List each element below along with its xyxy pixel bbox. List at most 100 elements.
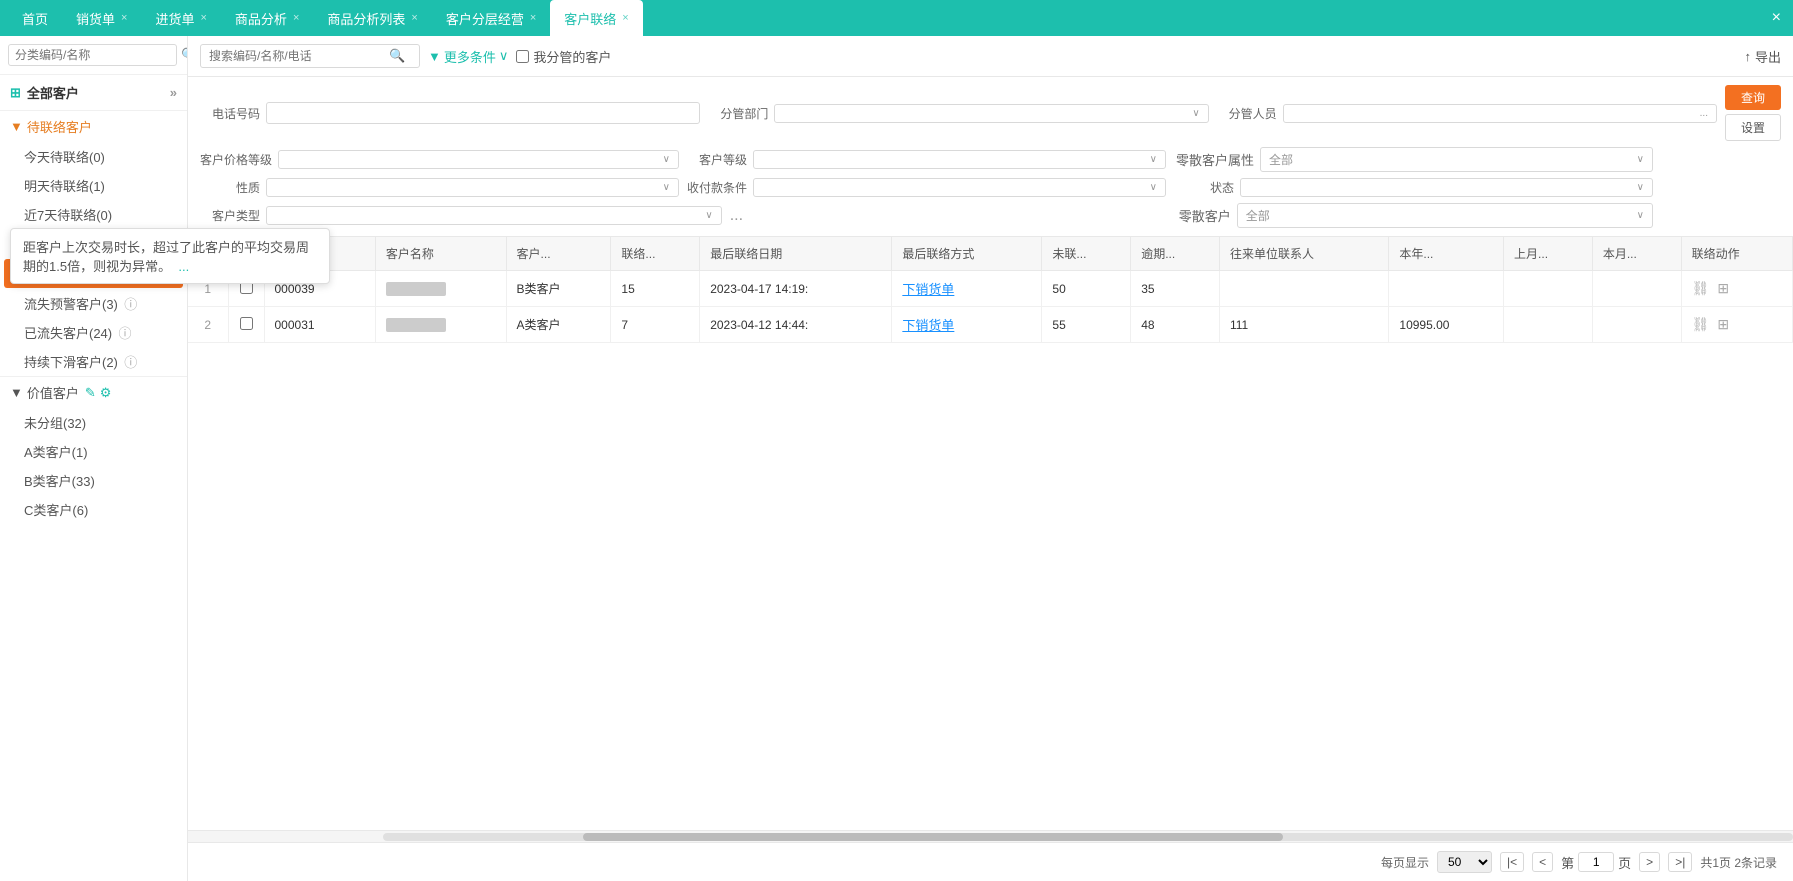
nav-item-sales[interactable]: 销货单 ×: [62, 0, 141, 36]
sidebar-item-lost[interactable]: 已流失客户(24) ⓘ: [0, 318, 187, 347]
row-checkbox-cell: [228, 307, 264, 343]
sidebar-item-tomorrow-pending[interactable]: 明天待联络(1): [0, 171, 187, 200]
edit-icon[interactable]: ✎: [85, 385, 96, 401]
query-button[interactable]: 查询: [1725, 85, 1781, 110]
nav-item-customer-tier[interactable]: 客户分层经营 ×: [432, 0, 550, 36]
collapse-icon[interactable]: »: [170, 85, 177, 100]
sidebar-item-ungrouped[interactable]: 未分组(32): [0, 408, 187, 437]
status-select[interactable]: ∨: [1240, 178, 1653, 197]
info-icon: ⓘ: [118, 326, 131, 341]
next-page-button[interactable]: >: [1639, 852, 1660, 872]
action-link-icon[interactable]: ⛓: [1692, 316, 1710, 333]
sidebar-search-area: 🔍: [0, 36, 187, 75]
dept-select[interactable]: ∨: [774, 104, 1208, 123]
prev-page-button[interactable]: <: [1532, 852, 1553, 872]
sidebar-item-today-pending[interactable]: 今天待联络(0): [0, 142, 187, 171]
sidebar-item-b-class[interactable]: B类客户(33): [0, 466, 187, 495]
action-grid-icon[interactable]: ⊞: [1717, 280, 1729, 297]
settings-icon[interactable]: ⚙: [100, 385, 112, 401]
page-input[interactable]: [1578, 852, 1614, 872]
grid-icon: ⊞: [10, 85, 21, 101]
sidebar-item-a-class[interactable]: A类客户(1): [0, 437, 187, 466]
export-button[interactable]: ↑ 导出: [1744, 47, 1781, 66]
scrollbar-track: [383, 833, 1793, 841]
window-close-button[interactable]: ×: [1772, 9, 1781, 27]
nav-item-product-analysis[interactable]: 商品分析 ×: [221, 0, 313, 36]
filter-row-3: 性质 ∨ 收付款条件 ∨ 状态: [200, 178, 1781, 197]
chevron-down-icon: ∨: [663, 154, 670, 165]
nav-item-product-list[interactable]: 商品分析列表 ×: [313, 0, 431, 36]
row-last-month: [1504, 307, 1593, 343]
horizontal-scrollbar[interactable]: [188, 830, 1793, 842]
search-input[interactable]: [209, 49, 389, 63]
close-icon[interactable]: ×: [121, 12, 127, 24]
more-conditions-button[interactable]: ▼ 更多条件 ∨: [428, 47, 508, 66]
pending-contact-group[interactable]: ▼ 待联络客户: [0, 111, 187, 142]
scrollbar-thumb[interactable]: [583, 833, 1283, 841]
sidebar-item-week-pending[interactable]: 近7天待联络(0): [0, 200, 187, 229]
col-customer-name: 客户名称: [375, 237, 506, 271]
search-icon[interactable]: 🔍: [181, 47, 188, 63]
sidebar-item-lost-warning[interactable]: 流失预警客户(3) ⓘ: [0, 289, 187, 318]
customer-type-field: 客户类型 ∨: [200, 206, 722, 225]
customer-level-field: 客户等级 ∨: [687, 150, 1166, 169]
close-icon[interactable]: ×: [200, 12, 206, 24]
contact-method-link[interactable]: 下销货单: [902, 282, 954, 297]
close-icon[interactable]: ×: [411, 12, 417, 24]
retail-attr-field: 零散客户属性 全部 ∨: [1174, 147, 1653, 172]
tooltip-more-icon[interactable]: ...: [178, 259, 188, 274]
col-customer-level: 客户...: [506, 237, 611, 271]
action-grid-icon[interactable]: ⊞: [1717, 316, 1729, 333]
nav-item-home[interactable]: 首页: [8, 0, 62, 36]
close-icon[interactable]: ×: [293, 12, 299, 24]
phone-input[interactable]: [266, 102, 700, 124]
info-icon: ⓘ: [124, 297, 137, 312]
chevron-down-icon: ∨: [1637, 154, 1644, 165]
dept-label: 分管部门: [708, 105, 768, 122]
sidebar-item-c-class[interactable]: C类客户(6): [0, 495, 187, 524]
contact-method-link[interactable]: 下销货单: [902, 318, 954, 333]
table-row: 2 000031 A类客户 7 2023-04-12 14:44: 下销货单 5…: [188, 307, 1793, 343]
more-options-icon[interactable]: ...: [730, 207, 743, 225]
gender-select[interactable]: ∨: [266, 178, 679, 197]
close-icon[interactable]: ×: [622, 12, 628, 24]
settings-button[interactable]: 设置: [1725, 114, 1781, 141]
phone-field: 电话号码: [200, 102, 700, 124]
per-page-select[interactable]: 50 100 200: [1437, 851, 1492, 873]
filter-bar: 🔍 ▼ 更多条件 ∨ 我分管的客户 ↑ 导出: [188, 36, 1793, 77]
data-table-area: ⚙ 客户编码 客户名称 客户... 联络... 最后联络日期 最后联络方式 未联…: [188, 237, 1793, 830]
price-level-select[interactable]: ∨: [278, 150, 679, 169]
customer-type-select[interactable]: ∨: [266, 206, 722, 225]
last-page-button[interactable]: >|: [1668, 852, 1692, 872]
row-name: [375, 271, 506, 307]
action-link-icon[interactable]: ⛓: [1692, 280, 1710, 297]
customer-level-select[interactable]: ∨: [753, 150, 1166, 169]
nav-item-customer-contact[interactable]: 客户联络 ×: [550, 0, 642, 36]
price-level-label: 客户价格等级: [200, 151, 272, 168]
retail-customer-select[interactable]: 全部 ∨: [1237, 203, 1653, 228]
sidebar-item-declining[interactable]: 持续下滑客户(2) ⓘ: [0, 347, 187, 376]
chevron-down-icon: ∨: [1192, 108, 1199, 119]
filter-row-1: 电话号码 分管部门 ∨ 分管人员 ...: [200, 85, 1781, 141]
main-layout: 🔍 ⊞ 全部客户 » ▼ 待联络客户 今天待联络(0) 明天待联络(1) 近7天…: [0, 36, 1793, 881]
value-customer-group[interactable]: ▼ 价值客户 ✎ ⚙: [0, 376, 187, 408]
row-actions: ⛓ ⊞: [1681, 307, 1792, 343]
row-last-contact-method: 下销货单: [892, 271, 1042, 307]
advanced-filter: 电话号码 分管部门 ∨ 分管人员 ...: [188, 77, 1793, 237]
retail-customer-field: 零散客户 全部 ∨: [1179, 203, 1653, 228]
total-pages-label: 页: [1618, 853, 1631, 872]
row-overdue: 35: [1131, 271, 1220, 307]
col-overdue: 逾期...: [1131, 237, 1220, 271]
payment-select[interactable]: ∨: [753, 178, 1166, 197]
per-page-label: 每页显示: [1381, 854, 1429, 871]
my-customers-checkbox[interactable]: [516, 50, 529, 63]
close-icon[interactable]: ×: [530, 12, 536, 24]
search-icon[interactable]: 🔍: [389, 48, 405, 64]
row-checkbox[interactable]: [240, 317, 253, 330]
chevron-down-icon: ∨: [705, 210, 712, 221]
retail-attr-select[interactable]: 全部 ∨: [1260, 147, 1653, 172]
nav-item-purchase[interactable]: 进货单 ×: [141, 0, 220, 36]
first-page-button[interactable]: |<: [1500, 852, 1524, 872]
category-search-input[interactable]: [8, 44, 177, 66]
manager-select[interactable]: ...: [1283, 104, 1717, 123]
